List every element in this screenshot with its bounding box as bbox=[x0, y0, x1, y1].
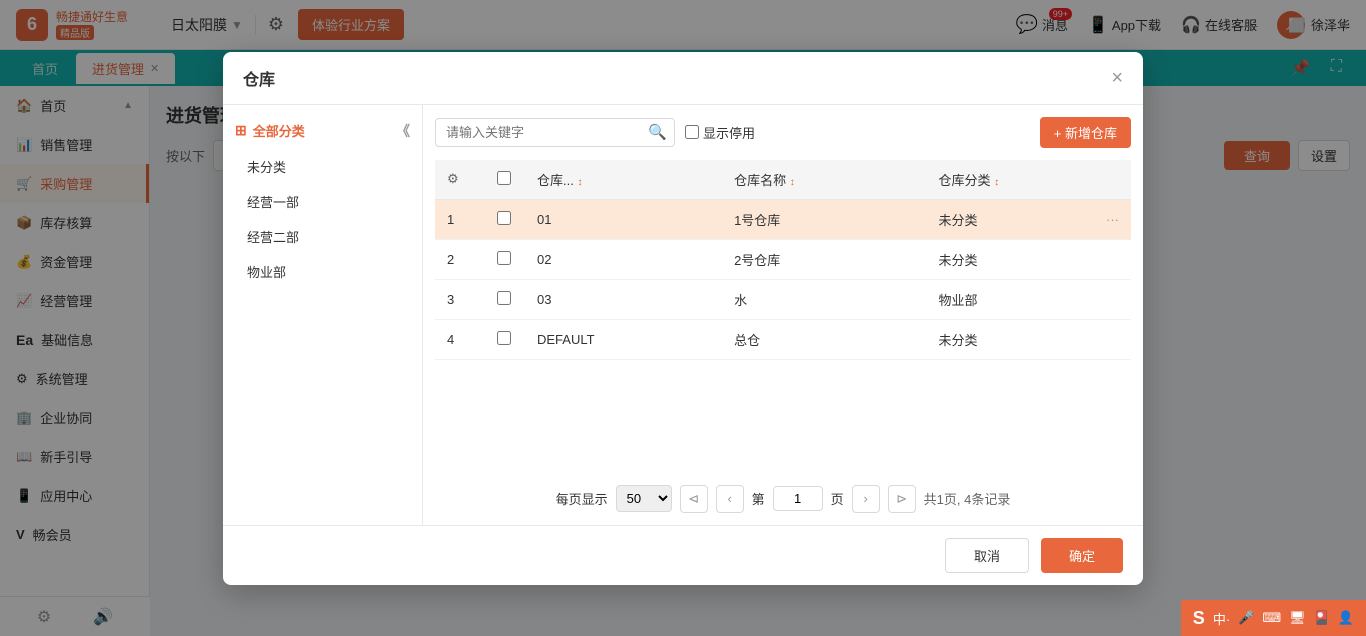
category-tree-panel: ⊞ 全部分类 《 未分类 经营一部 经营二部 物业部 bbox=[223, 105, 423, 525]
confirm-button[interactable]: 确定 bbox=[1041, 538, 1123, 573]
row3-num: 3 bbox=[435, 280, 485, 320]
table-toolbar: 🔍 显示停用 + 新增仓库 bbox=[435, 117, 1131, 148]
search-input[interactable] bbox=[435, 118, 675, 147]
per-page-select[interactable]: 50 20 100 bbox=[616, 485, 672, 512]
page-label: 第 bbox=[752, 489, 765, 508]
tree-item-ops1[interactable]: 经营一部 bbox=[223, 184, 422, 219]
warehouse-dialog: 仓库 × ⊞ 全部分类 《 未分类 经营一部 经营二部 物业部 bbox=[223, 52, 1143, 585]
show-disabled-checkbox[interactable]: 显示停用 bbox=[685, 123, 755, 142]
tree-all-categories[interactable]: ⊞ 全部分类 《 bbox=[223, 113, 422, 149]
row2-code: 02 bbox=[525, 240, 722, 280]
row1-checkbox[interactable] bbox=[497, 211, 511, 225]
col-checkbox bbox=[485, 160, 525, 200]
monitor-icon[interactable]: 🖥 bbox=[1289, 610, 1306, 626]
page-next-button[interactable]: › bbox=[852, 485, 880, 513]
page-prev-button[interactable]: ‹ bbox=[716, 485, 744, 513]
mic-icon[interactable]: 🎤 bbox=[1238, 610, 1254, 626]
col-name[interactable]: 仓库名称 ↕ bbox=[722, 160, 926, 200]
dialog-header: 仓库 × bbox=[223, 52, 1143, 105]
col-code[interactable]: 仓库... ↕ bbox=[525, 160, 722, 200]
row3-name: 水 bbox=[722, 280, 926, 320]
row2-num: 2 bbox=[435, 240, 485, 280]
cancel-button[interactable]: 取消 bbox=[945, 538, 1029, 573]
card-icon[interactable]: 🎴 bbox=[1314, 610, 1330, 626]
tree-item-uncategorized[interactable]: 未分类 bbox=[223, 149, 422, 184]
per-page-label: 每页显示 bbox=[556, 489, 608, 508]
row2-checkbox[interactable] bbox=[497, 251, 511, 265]
table-row[interactable]: 2 02 2号仓库 未分类 bbox=[435, 240, 1131, 280]
row1-more-icon[interactable]: ··· bbox=[1106, 212, 1119, 227]
pagination: 每页显示 50 20 100 ⊲ ‹ 第 页 › ⊳ 共1页, 4条记录 bbox=[435, 485, 1131, 513]
row1-code: 01 bbox=[525, 199, 722, 240]
row1-num: 1 bbox=[435, 199, 485, 240]
dialog-footer: 取消 确定 bbox=[223, 525, 1143, 585]
row2-category: 未分类 bbox=[927, 240, 1131, 280]
status-bar: S 中· 🎤 ⌨ 🖥 🎴 👤 bbox=[1181, 600, 1366, 636]
page-last-button[interactable]: ⊳ bbox=[888, 485, 916, 513]
row3-category: 物业部 bbox=[927, 280, 1131, 320]
row4-code: DEFAULT bbox=[525, 320, 722, 360]
total-info: 共1页, 4条记录 bbox=[924, 489, 1011, 508]
person-icon[interactable]: 👤 bbox=[1338, 610, 1354, 626]
search-icon[interactable]: 🔍 bbox=[648, 123, 667, 141]
status-lang: 中· bbox=[1213, 609, 1230, 628]
row4-category: 未分类 bbox=[927, 320, 1131, 360]
col-settings: ⚙ bbox=[435, 160, 485, 200]
table-row[interactable]: 1 01 1号仓库 未分类 ··· bbox=[435, 199, 1131, 240]
dialog-body: ⊞ 全部分类 《 未分类 经营一部 经营二部 物业部 🔍 bbox=[223, 105, 1143, 525]
disabled-checkbox[interactable] bbox=[685, 125, 699, 139]
tree-item-property[interactable]: 物业部 bbox=[223, 254, 422, 289]
status-logo: S bbox=[1193, 608, 1205, 629]
grid-icon: ⊞ bbox=[235, 122, 247, 139]
row4-checkbox[interactable] bbox=[497, 331, 511, 345]
row3-checkbox[interactable] bbox=[497, 291, 511, 305]
tree-item-ops2[interactable]: 经营二部 bbox=[223, 219, 422, 254]
warehouse-table: ⚙ 仓库... ↕ 仓库名称 ↕ 仓库分类 ↕ 1 01 bbox=[435, 160, 1131, 361]
page-input[interactable] bbox=[773, 486, 823, 511]
page-suffix-label: 页 bbox=[831, 489, 844, 508]
dialog-close-button[interactable]: × bbox=[1111, 68, 1123, 88]
modal-overlay: 仓库 × ⊞ 全部分类 《 未分类 经营一部 经营二部 物业部 bbox=[0, 0, 1366, 636]
row3-code: 03 bbox=[525, 280, 722, 320]
col-category[interactable]: 仓库分类 ↕ bbox=[927, 160, 1131, 200]
row4-num: 4 bbox=[435, 320, 485, 360]
add-warehouse-button[interactable]: + 新增仓库 bbox=[1040, 117, 1131, 148]
row4-name: 总仓 bbox=[722, 320, 926, 360]
select-all-checkbox[interactable] bbox=[497, 171, 511, 185]
tree-all-label: 全部分类 bbox=[253, 121, 305, 140]
table-panel: 🔍 显示停用 + 新增仓库 ⚙ bbox=[423, 105, 1143, 525]
dialog-title: 仓库 bbox=[243, 66, 275, 90]
table-row[interactable]: 3 03 水 物业部 bbox=[435, 280, 1131, 320]
page-first-button[interactable]: ⊲ bbox=[680, 485, 708, 513]
row1-name: 1号仓库 bbox=[722, 199, 926, 240]
show-disabled-label: 显示停用 bbox=[703, 123, 755, 142]
row1-category: 未分类 ··· bbox=[927, 200, 1131, 240]
row2-name: 2号仓库 bbox=[722, 240, 926, 280]
table-row[interactable]: 4 DEFAULT 总仓 未分类 bbox=[435, 320, 1131, 360]
keyboard-icon[interactable]: ⌨ bbox=[1262, 610, 1281, 626]
tree-collapse-icon[interactable]: 《 bbox=[396, 121, 410, 141]
